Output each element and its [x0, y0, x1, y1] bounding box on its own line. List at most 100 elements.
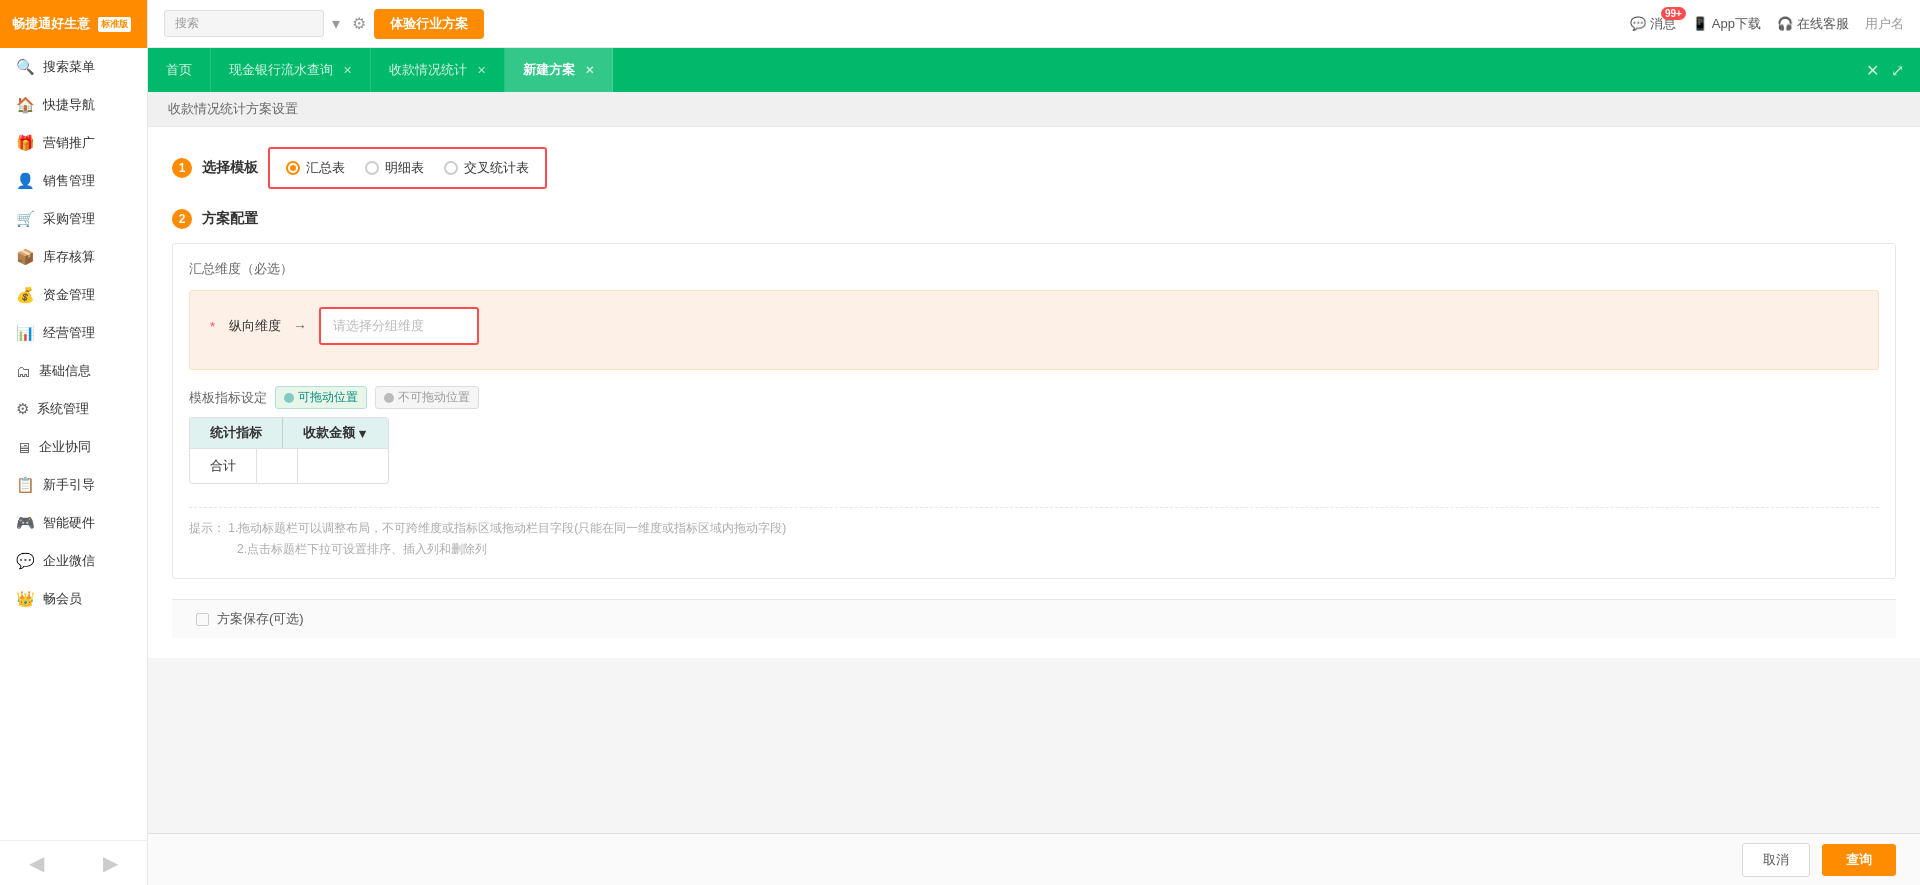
stats-table: 统计指标 收款金额 合计	[189, 417, 389, 484]
sidebar-item-system[interactable]: ⚙ 系统管理	[0, 390, 147, 428]
message-badge: 99+	[1661, 7, 1686, 20]
logo-name: 畅捷通好生意	[12, 16, 90, 32]
tab-collection-stat-close-icon[interactable]: ✕	[477, 64, 486, 77]
stats-total-amount-cell	[257, 449, 298, 483]
home-icon: 🏠	[16, 96, 35, 114]
stats-column-title-cell: 统计指标	[190, 418, 283, 448]
crown-icon: 👑	[16, 590, 35, 608]
gear-icon: ⚙	[16, 400, 29, 418]
metrics-label-row: 模板指标设定 可拖动位置 不可拖动位置	[189, 386, 1879, 409]
app-download-button[interactable]: 📱 App下载	[1692, 15, 1761, 33]
vertical-dimension-label: 纵向维度	[229, 317, 281, 335]
template-selection: 汇总表 明细表 交叉统计表	[268, 147, 547, 189]
scheme-section: 汇总维度（必选） * 纵向维度 → 请选择分组维度	[172, 243, 1896, 579]
close-window-icon[interactable]: ✕	[1866, 61, 1879, 80]
radio-summary[interactable]: 汇总表	[286, 159, 345, 177]
required-star: *	[210, 319, 215, 334]
sidebar-item-operations[interactable]: 📊 经营管理	[0, 314, 147, 352]
draggable-label: 可拖动位置	[298, 389, 358, 406]
step1-title: 选择模板	[202, 159, 258, 177]
window-controls: ✕ ⤢	[1850, 48, 1920, 92]
tab-cash-bank[interactable]: 现金银行流水查询 ✕	[211, 48, 371, 92]
sidebar-item-marketing[interactable]: 🎁 营销推广	[0, 124, 147, 162]
tab-new-scheme-label: 新建方案	[523, 61, 575, 79]
sidebar-bottom-icon-left[interactable]: ◀	[29, 851, 44, 875]
step1-header: 1 选择模板 汇总表 明细表	[172, 147, 1896, 189]
online-service-label: 在线客服	[1797, 15, 1849, 33]
settings-gear-icon[interactable]: ⚙	[352, 14, 366, 33]
folder-icon: 🗂	[16, 363, 31, 380]
radio-cross[interactable]: 交叉统计表	[444, 159, 529, 177]
sidebar-item-enterprise-collab[interactable]: 🖥 企业协同	[0, 428, 147, 466]
trial-button[interactable]: 体验行业方案	[374, 9, 484, 39]
sidebar-item-label: 新手引导	[43, 476, 95, 494]
sidebar-item-label: 搜索菜单	[43, 58, 95, 76]
sidebar-item-member[interactable]: 👑 畅会员	[0, 580, 147, 618]
sidebar-item-quick-nav[interactable]: 🏠 快捷导航	[0, 86, 147, 124]
topbar-chevron-icon[interactable]: ▾	[332, 14, 340, 33]
search-menu-icon: 🔍	[16, 58, 35, 76]
gamepad-icon: 🎮	[16, 514, 35, 532]
sidebar-item-label: 快捷导航	[43, 96, 95, 114]
sidebar-item-beginner[interactable]: 📋 新手引导	[0, 466, 147, 504]
radio-cross-label: 交叉统计表	[464, 159, 529, 177]
step2-header: 2 方案配置	[172, 209, 1896, 229]
sidebar-item-label: 采购管理	[43, 210, 95, 228]
save-checkbox[interactable]	[196, 613, 209, 626]
tabbar: 首页 现金银行流水查询 ✕ 收款情况统计 ✕ 新建方案 ✕ ✕ ⤢	[148, 48, 1920, 92]
step1-section: 1 选择模板 汇总表 明细表	[172, 147, 1896, 189]
sidebar-item-label: 销售管理	[43, 172, 95, 190]
tab-collection-stat[interactable]: 收款情况统计 ✕	[371, 48, 505, 92]
tab-new-scheme-close-icon[interactable]: ✕	[585, 64, 594, 77]
radio-summary-dot	[286, 161, 300, 175]
stats-amount-header-inner: 收款金额	[303, 424, 366, 442]
radio-detail[interactable]: 明细表	[365, 159, 424, 177]
dimension-placeholder: 请选择分组维度	[333, 318, 424, 333]
sidebar-item-basic-info[interactable]: 🗂 基础信息	[0, 352, 147, 390]
sidebar-item-inventory[interactable]: 📦 库存核算	[0, 238, 147, 276]
non-draggable-badge: 不可拖动位置	[375, 386, 479, 409]
gift-icon: 🎁	[16, 134, 35, 152]
online-service-button[interactable]: 🎧 在线客服	[1777, 15, 1849, 33]
clipboard-icon: 📋	[16, 476, 35, 494]
message-button[interactable]: 💬 消息 99+	[1630, 15, 1676, 33]
hint-line-1: 提示： 1.拖动标题栏可以调整布局，不可跨维度或指标区域拖动栏目字段(只能在同一…	[189, 520, 1879, 537]
dimension-area: * 纵向维度 → 请选择分组维度	[189, 290, 1879, 370]
group-dimension-select[interactable]: 请选择分组维度	[319, 307, 479, 345]
desktop-icon: 🖥	[16, 439, 31, 456]
step1-number: 1	[172, 158, 192, 178]
sidebar-logo: 畅捷通好生意 标准版	[0, 0, 147, 48]
sidebar: 畅捷通好生意 标准版 🔍 搜索菜单 🏠 快捷导航 🎁 营销推广 👤 销售管理 🛒…	[0, 0, 148, 885]
maximize-window-icon[interactable]: ⤢	[1891, 61, 1904, 80]
sidebar-item-search-menu[interactable]: 🔍 搜索菜单	[0, 48, 147, 86]
tab-new-scheme[interactable]: 新建方案 ✕	[505, 48, 613, 92]
money-icon: 💰	[16, 286, 35, 304]
draggable-badge: 可拖动位置	[275, 386, 367, 409]
query-button[interactable]: 查询	[1822, 844, 1896, 876]
non-draggable-label: 不可拖动位置	[398, 389, 470, 406]
sidebar-item-purchase[interactable]: 🛒 采购管理	[0, 200, 147, 238]
app-download-label: App下载	[1712, 15, 1761, 33]
sidebar-item-finance[interactable]: 💰 资金管理	[0, 276, 147, 314]
sidebar-item-label: 基础信息	[39, 362, 91, 380]
sidebar-item-label: 营销推广	[43, 134, 95, 152]
person-icon: 👤	[16, 172, 35, 190]
sidebar-item-enterprise-wechat[interactable]: 💬 企业微信	[0, 542, 147, 580]
radio-group-template: 汇总表 明细表 交叉统计表	[286, 159, 529, 177]
sidebar-item-smart-hardware[interactable]: 🎮 智能硬件	[0, 504, 147, 542]
stats-table-header: 统计指标 收款金额	[190, 418, 388, 448]
search-input[interactable]: 搜索	[164, 10, 324, 37]
tab-cash-bank-label: 现金银行流水查询	[229, 61, 333, 79]
tab-cash-bank-close-icon[interactable]: ✕	[343, 64, 352, 77]
tab-home[interactable]: 首页	[148, 48, 211, 92]
cancel-button[interactable]: 取消	[1742, 843, 1810, 877]
sidebar-bottom-icon-right[interactable]: ▶	[103, 851, 118, 875]
metrics-section: 模板指标设定 可拖动位置 不可拖动位置	[189, 386, 1879, 487]
topbar-right: 💬 消息 99+ 📱 App下载 🎧 在线客服 用户名	[1630, 15, 1904, 33]
sidebar-item-label: 智能硬件	[43, 514, 95, 532]
metrics-setting-label: 模板指标设定	[189, 389, 267, 407]
stats-amount-header-cell[interactable]: 收款金额	[283, 418, 386, 448]
sidebar-item-sales[interactable]: 👤 销售管理	[0, 162, 147, 200]
radio-cross-dot	[444, 161, 458, 175]
hint-section: 提示： 1.拖动标题栏可以调整布局，不可跨维度或指标区域拖动栏目字段(只能在同一…	[189, 507, 1879, 558]
